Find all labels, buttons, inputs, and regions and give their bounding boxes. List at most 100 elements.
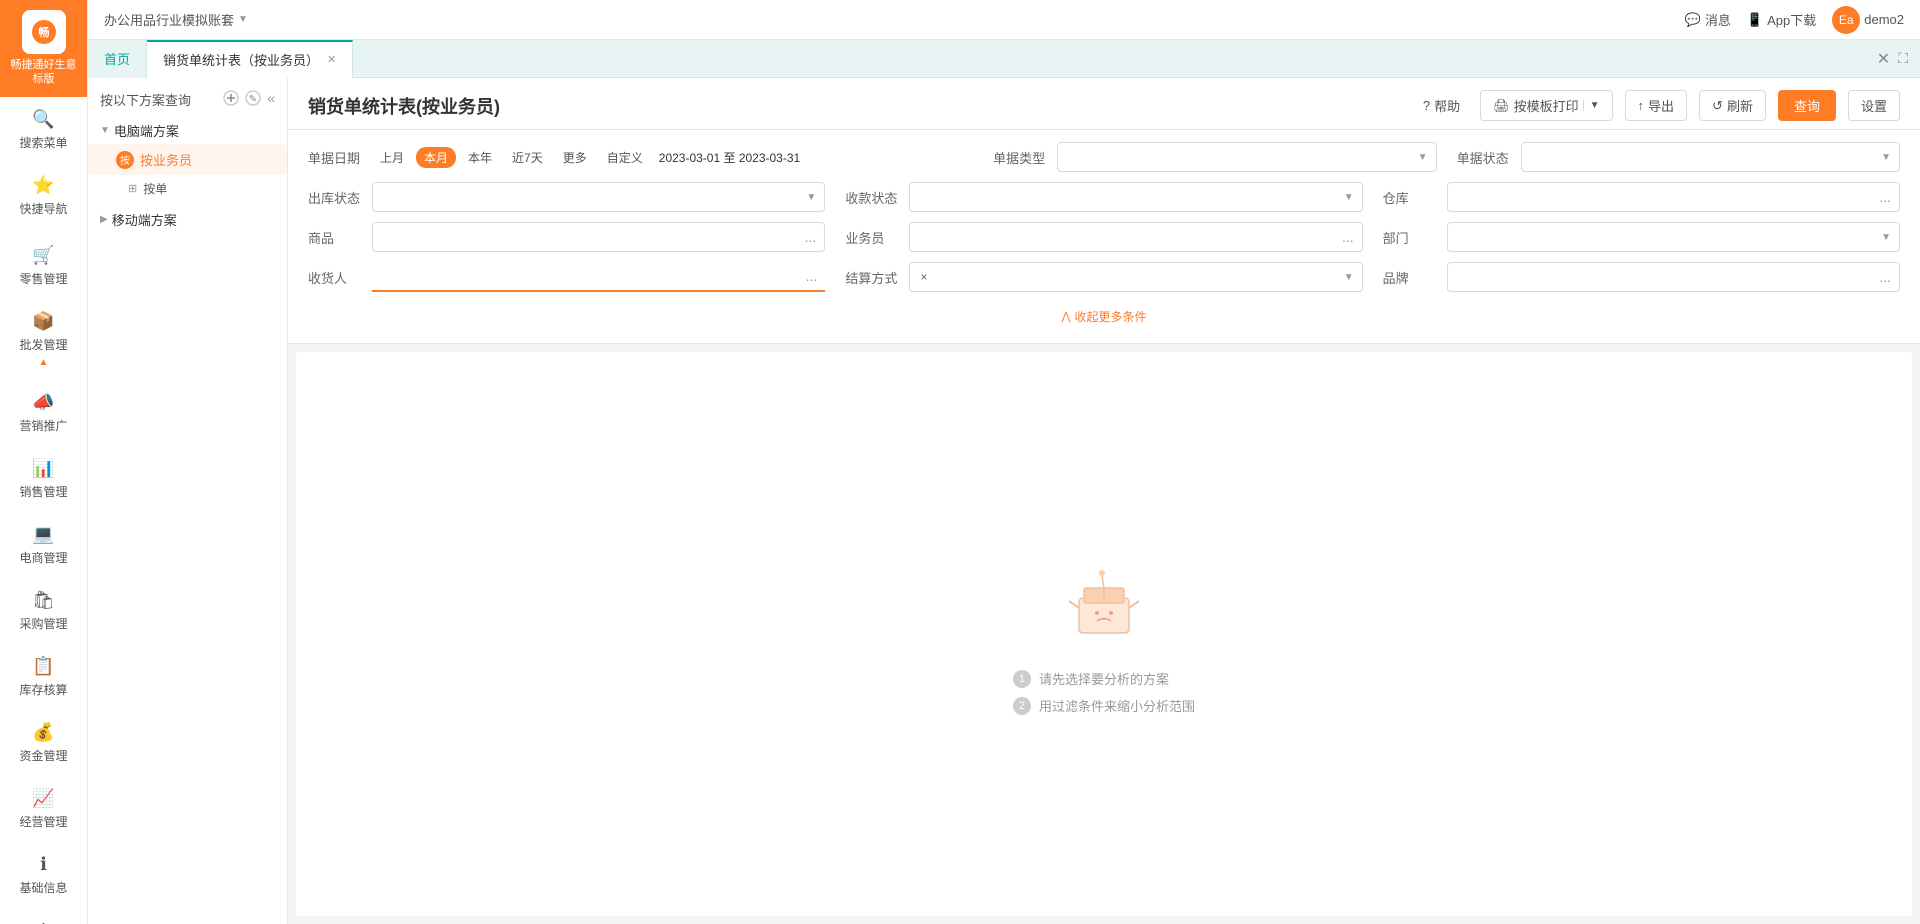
scheme-sub-item-by-doc[interactable]: ⊞ 按单 <box>88 175 287 202</box>
payment-status-select[interactable]: ▼ <box>909 182 1362 212</box>
wholesale-icon: 📦 <box>32 311 54 332</box>
payment-method-arrow: ▼ <box>1344 272 1354 283</box>
sidebar-item-ecommerce[interactable]: 💻 电商管理 <box>0 512 87 578</box>
sidebar-item-marketing[interactable]: 📣 营销推广 <box>0 380 87 446</box>
salesperson-input[interactable]: ... <box>909 222 1362 252</box>
mobile-scheme-label: 移动端方案 <box>112 210 177 229</box>
scheme-sub-label: 按单 <box>143 180 167 197</box>
help-btn[interactable]: ? 帮助 <box>1415 92 1468 119</box>
doc-type-select[interactable]: ▼ <box>1057 142 1436 172</box>
date-tab-custom[interactable]: 自定义 <box>599 147 651 168</box>
out-status-arrow: ▼ <box>806 192 816 203</box>
collapse-bar[interactable]: ⋀ 收起更多条件 <box>308 302 1900 331</box>
sales-icon: 📊 <box>32 458 54 479</box>
sidebar-item-retail[interactable]: 🛒 零售管理 <box>0 233 87 299</box>
step-num-1: 1 <box>1013 670 1031 688</box>
goods-label: 商品 <box>308 228 364 247</box>
filter-department: 部门 ▼ <box>1383 222 1900 252</box>
filter-date: 单据日期 上月 本月 本年 近7天 更多 自定义 2023-03-01 至 20… <box>308 147 973 168</box>
print-btn[interactable]: 🖨 按模板打印 ▼ <box>1480 90 1612 121</box>
sidebar-item-shortcuts[interactable]: ⭐ 快捷导航 <box>0 163 87 229</box>
settings-btn[interactable]: 设置 <box>1848 90 1900 121</box>
add-scheme-btn[interactable] <box>223 90 239 109</box>
payment-method-x[interactable]: × <box>918 270 929 284</box>
sidebar: 畅 畅捷通好生意 标版 🔍 搜索菜单 ⭐ 快捷导航 🛒 零售管理 📦 批发管理 … <box>0 0 88 924</box>
sidebar-item-inventory[interactable]: 📋 库存核算 <box>0 644 87 710</box>
date-tab-this-year[interactable]: 本年 <box>460 147 500 168</box>
payment-method-control: × ▼ <box>909 262 1362 292</box>
collapse-label: 收起更多条件 <box>1075 308 1147 325</box>
sidebar-item-basic-info[interactable]: ℹ 基础信息 <box>0 842 87 908</box>
sidebar-item-search[interactable]: 🔍 搜索菜单 <box>0 97 87 163</box>
sidebar-label-management: 经营管理 <box>19 813 67 830</box>
tab-sales-stat[interactable]: 销货单统计表（按业务员） ✕ <box>147 40 353 78</box>
app-logo[interactable]: 畅 畅捷通好生意 标版 <box>0 0 87 97</box>
department-select[interactable]: ▼ <box>1447 222 1900 252</box>
payment-status-label: 收款状态 <box>845 188 901 207</box>
message-label: 消息 <box>1705 10 1731 29</box>
print-dropdown-arrow[interactable]: ▼ <box>1583 100 1600 111</box>
tab-home-label: 首页 <box>104 49 130 68</box>
scheme-group-desktop: ▼ 电脑端方案 按 按业务员 ⊞ 按单 <box>88 117 287 202</box>
sidebar-label-finance: 资金管理 <box>19 747 67 764</box>
collapse-panel-btn[interactable]: « <box>267 90 275 109</box>
company-selector[interactable]: 办公用品行业模拟账套 ▼ <box>104 10 248 29</box>
tab-fullscreen-icon[interactable]: ⛶ <box>1898 50 1908 67</box>
tab-close-window-icon[interactable]: ✕ <box>1877 49 1890 69</box>
scheme-item-by-salesperson[interactable]: 按 按业务员 <box>88 144 287 175</box>
date-tab-this-month[interactable]: 本月 <box>416 147 456 168</box>
sidebar-label-retail: 零售管理 <box>19 270 67 287</box>
empty-step-2: 2 用过滤条件来缩小分析范围 <box>1013 696 1195 715</box>
warehouse-input[interactable]: ... <box>1447 182 1900 212</box>
salesperson-icon: 按 <box>116 151 134 169</box>
date-tab-7days[interactable]: 近7天 <box>504 147 551 168</box>
refresh-btn[interactable]: ↺ 刷新 <box>1699 90 1766 121</box>
filter-row-4: 收货人 ... 结算方式 × <box>308 262 1900 292</box>
brand-control: ... <box>1447 262 1900 292</box>
desktop-scheme-title[interactable]: ▼ 电脑端方案 <box>88 117 287 144</box>
consignee-control: ... <box>372 262 825 292</box>
filter-doc-status: 单据状态 ▼ <box>1457 142 1900 172</box>
message-btn[interactable]: 💬 消息 <box>1685 10 1731 29</box>
goods-dots: ... <box>805 229 817 245</box>
step-1-text: 请先选择要分析的方案 <box>1039 669 1169 688</box>
app-download-btn[interactable]: 📱 App下载 <box>1747 10 1816 29</box>
payment-method-select[interactable]: × ▼ <box>909 262 1362 292</box>
sidebar-item-purchase[interactable]: 🛍 采购管理 <box>0 578 87 644</box>
consignee-input[interactable]: ... <box>372 262 825 292</box>
app-download-label: App下载 <box>1767 10 1816 29</box>
mobile-scheme-arrow: ▶ <box>100 214 108 225</box>
collapse-up-icon: ⋀ <box>1061 310 1070 323</box>
scheme-group-mobile: ▶ 移动端方案 <box>88 206 287 233</box>
edit-scheme-btn[interactable]: ✎ <box>245 90 261 109</box>
tab-close-btn[interactable]: ✕ <box>327 53 336 66</box>
mobile-scheme-title[interactable]: ▶ 移动端方案 <box>88 206 287 233</box>
filter-out-status: 出库状态 ▼ <box>308 182 825 212</box>
sidebar-label-search: 搜索菜单 <box>19 134 67 151</box>
brand-dots: ... <box>1879 269 1891 285</box>
sidebar-item-sales[interactable]: 📊 销售管理 <box>0 446 87 512</box>
filter-consignee: 收货人 ... <box>308 262 825 292</box>
panel-title-actions: ✎ « <box>223 90 275 109</box>
tabbar: 首页 销货单统计表（按业务员） ✕ ✕ ⛶ <box>88 40 1920 78</box>
sidebar-item-finance[interactable]: 💰 资金管理 <box>0 710 87 776</box>
date-tab-last-month[interactable]: 上月 <box>372 147 412 168</box>
doc-status-select[interactable]: ▼ <box>1521 142 1900 172</box>
sidebar-item-system[interactable]: ⚙ 系统管理 <box>0 908 87 924</box>
query-btn[interactable]: 查询 <box>1778 90 1836 121</box>
tab-home[interactable]: 首页 <box>88 40 147 78</box>
out-status-select[interactable]: ▼ <box>372 182 825 212</box>
brand-input[interactable]: ... <box>1447 262 1900 292</box>
sidebar-label-shortcuts: 快捷导航 <box>19 200 67 217</box>
goods-input[interactable]: ... <box>372 222 825 252</box>
settings-label: 设置 <box>1861 96 1887 115</box>
payment-status-control: ▼ <box>909 182 1362 212</box>
date-tab-more[interactable]: 更多 <box>555 147 595 168</box>
doc-type-control: ▼ <box>1057 142 1436 172</box>
user-profile[interactable]: Ea demo2 <box>1832 6 1904 34</box>
sidebar-item-wholesale[interactable]: 📦 批发管理 ▲ <box>0 299 87 380</box>
sidebar-item-management[interactable]: 📈 经营管理 <box>0 776 87 842</box>
filter-row-1: 单据日期 上月 本月 本年 近7天 更多 自定义 2023-03-01 至 20… <box>308 142 1900 172</box>
export-btn[interactable]: ↑ 导出 <box>1625 90 1688 121</box>
date-range-display[interactable]: 2023-03-01 至 2023-03-31 <box>659 149 800 166</box>
